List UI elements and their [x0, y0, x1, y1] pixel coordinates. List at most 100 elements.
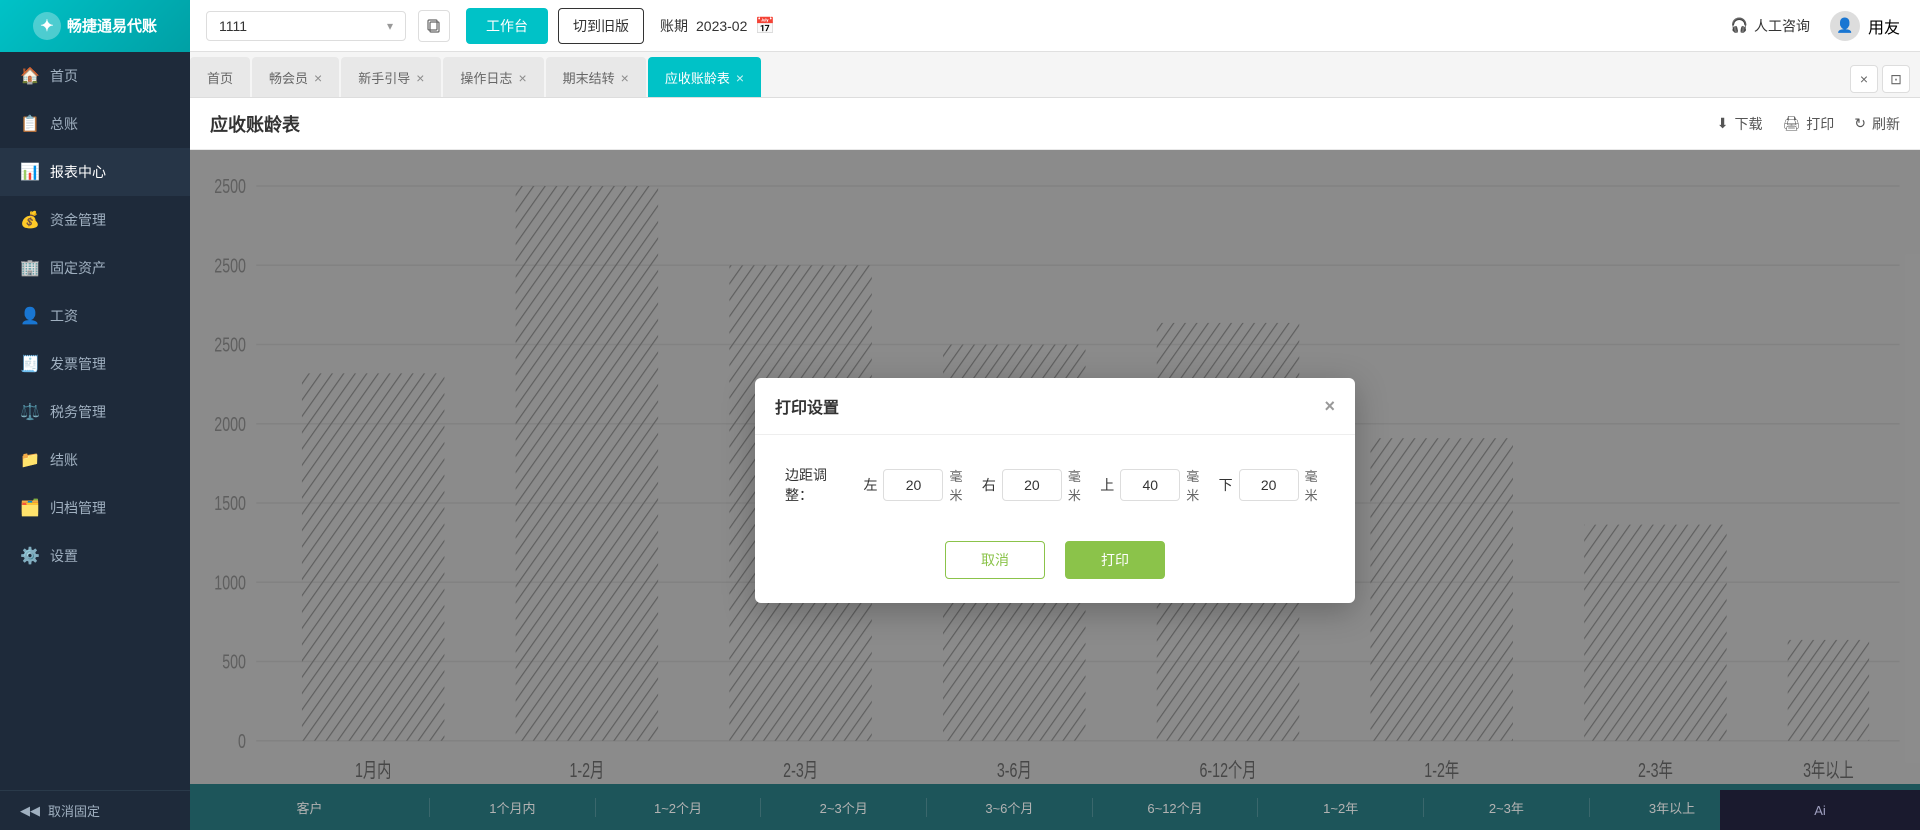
chart-table-wrapper: 2500 2500 2500 2000 1500 1000 500 0: [190, 150, 1920, 830]
tab-close-icon[interactable]: ×: [518, 70, 526, 86]
reports-icon: 📊: [20, 162, 40, 182]
company-dropdown-icon: ▾: [387, 19, 393, 33]
tab-period-end[interactable]: 期末结转 ×: [546, 57, 646, 97]
settle-icon: 📁: [20, 450, 40, 470]
right-unit: 毫米: [1068, 466, 1088, 504]
sidebar-item-label: 发票管理: [50, 354, 106, 374]
tab-fullscreen-button[interactable]: ⊡: [1882, 65, 1910, 93]
tab-aging[interactable]: 应收账龄表 ×: [648, 57, 761, 97]
refresh-icon: ↻: [1854, 115, 1866, 132]
refresh-label: 刷新: [1872, 114, 1900, 134]
tab-label: 首页: [207, 68, 233, 87]
print-icon: 🖨: [1782, 115, 1800, 132]
content-area: 首页 畅会员 × 新手引导 × 操作日志 × 期末结转 × 应收账龄表 ×: [190, 52, 1920, 830]
tab-close-icon[interactable]: ×: [621, 70, 629, 86]
tab-close-icon[interactable]: ×: [736, 70, 744, 86]
sidebar-item-settings[interactable]: ⚙️ 设置: [0, 532, 190, 580]
download-icon: ⬇: [1717, 115, 1729, 132]
period-value: 2023-02: [696, 18, 747, 34]
assets-icon: 🏢: [20, 258, 40, 278]
logo-text: ✦ 畅捷通易代账: [33, 12, 157, 40]
tab-home[interactable]: 首页: [190, 57, 250, 97]
sidebar-item-settle[interactable]: 📁 结账: [0, 436, 190, 484]
print-confirm-button[interactable]: 打印: [1065, 541, 1165, 579]
refresh-button[interactable]: ↻ 刷新: [1854, 114, 1900, 134]
modal-body: 边距调整： 左 毫米 右 毫米: [755, 435, 1355, 525]
page-title: 应收账龄表: [210, 111, 300, 137]
sidebar-item-label: 工资: [50, 306, 78, 326]
sidebar-item-home[interactable]: 🏠 首页: [0, 52, 190, 100]
print-button[interactable]: 🖨 打印: [1782, 114, 1834, 134]
collapse-label: 取消固定: [48, 801, 100, 820]
support-button[interactable]: 🎧 人工咨询: [1731, 16, 1810, 36]
tax-icon: ⚖️: [20, 402, 40, 422]
page-actions: ⬇ 下载 🖨 打印 ↻ 刷新: [1717, 114, 1900, 134]
sidebar-item-label: 结账: [50, 450, 78, 470]
modal-close-button[interactable]: ×: [1324, 397, 1335, 415]
sidebar-collapse-button[interactable]: ◀◀ 取消固定: [0, 790, 190, 830]
tab-close-icon[interactable]: ×: [314, 70, 322, 86]
sidebar-item-label: 归档管理: [50, 498, 106, 518]
sidebar-item-label: 资金管理: [50, 210, 106, 230]
sidebar-item-ledger[interactable]: 📋 总账: [0, 100, 190, 148]
modal-footer: 取消 打印: [755, 525, 1355, 603]
tab-guide[interactable]: 新手引导 ×: [341, 57, 441, 97]
tab-actions: × ⊡: [1850, 65, 1920, 97]
headset-icon: 🎧: [1731, 17, 1748, 34]
print-label: 打印: [1806, 114, 1834, 134]
sidebar-item-tax[interactable]: ⚖️ 税务管理: [0, 388, 190, 436]
download-label: 下载: [1734, 114, 1762, 134]
sidebar-item-invoice[interactable]: 🧾 发票管理: [0, 340, 190, 388]
bottom-label: 下: [1219, 475, 1233, 495]
user-name: 用友: [1868, 14, 1900, 38]
sidebar: 🏠 首页 📋 总账 📊 报表中心 💰 资金管理 🏢 固定资产 👤 工资: [0, 52, 190, 830]
sidebar-item-label: 报表中心: [50, 162, 106, 182]
left-margin-input[interactable]: [883, 469, 943, 501]
ledger-icon: 📋: [20, 114, 40, 134]
tab-member[interactable]: 畅会员 ×: [252, 57, 339, 97]
workbench-button[interactable]: 工作台: [466, 8, 548, 44]
tab-label: 畅会员: [269, 68, 308, 87]
bottom-unit: 毫米: [1305, 466, 1325, 504]
funds-icon: 💰: [20, 210, 40, 230]
modal-header: 打印设置 ×: [755, 378, 1355, 435]
download-button[interactable]: ⬇ 下载: [1717, 114, 1763, 134]
user-avatar: 👤: [1830, 11, 1860, 41]
sidebar-item-funds[interactable]: 💰 资金管理: [0, 196, 190, 244]
period-label: 账期: [660, 16, 688, 36]
bottom-margin-input[interactable]: [1239, 469, 1299, 501]
tab-label: 期末结转: [563, 68, 615, 87]
logo-icon: ✦: [33, 12, 61, 40]
sidebar-item-label: 税务管理: [50, 402, 106, 422]
logo-label: 畅捷通易代账: [67, 15, 157, 36]
sidebar-item-label: 首页: [50, 66, 78, 86]
tab-close-all-button[interactable]: ×: [1850, 65, 1878, 93]
print-settings-modal: 打印设置 × 边距调整： 左 毫米 右: [755, 378, 1355, 603]
sidebar-item-archive[interactable]: 🗂️ 归档管理: [0, 484, 190, 532]
tab-close-icon[interactable]: ×: [416, 70, 424, 86]
home-icon: 🏠: [20, 66, 40, 86]
period-area: 账期 2023-02 📅: [660, 16, 775, 36]
margin-settings-row: 边距调整： 左 毫米 右 毫米: [785, 465, 1325, 505]
user-area[interactable]: 👤 用友: [1830, 11, 1900, 41]
top-margin-input[interactable]: [1120, 469, 1180, 501]
sidebar-item-assets[interactable]: 🏢 固定资产: [0, 244, 190, 292]
calendar-icon[interactable]: 📅: [755, 16, 775, 36]
left-unit: 毫米: [949, 466, 969, 504]
margin-top-group: 上 毫米: [1100, 466, 1206, 504]
sidebar-item-payroll[interactable]: 👤 工资: [0, 292, 190, 340]
company-selector[interactable]: 1111 ▾: [206, 11, 406, 41]
top-label: 上: [1100, 475, 1114, 495]
margin-bottom-group: 下 毫米: [1219, 466, 1325, 504]
ai-assistant-bar[interactable]: Ai: [1720, 790, 1920, 830]
old-version-button[interactable]: 切到旧版: [558, 8, 644, 44]
right-margin-input[interactable]: [1002, 469, 1062, 501]
sidebar-scroll: 🏠 首页 📋 总账 📊 报表中心 💰 资金管理 🏢 固定资产 👤 工资: [0, 52, 190, 790]
page-header: 应收账龄表 ⬇ 下载 🖨 打印 ↻ 刷新: [190, 98, 1920, 150]
header-right: 🎧 人工咨询 👤 用友: [1731, 11, 1920, 41]
sidebar-item-reports[interactable]: 📊 报表中心: [0, 148, 190, 196]
cancel-button[interactable]: 取消: [945, 541, 1045, 579]
logo-area: ✦ 畅捷通易代账: [0, 0, 190, 52]
tab-oplog[interactable]: 操作日志 ×: [443, 57, 543, 97]
copy-button[interactable]: [418, 10, 450, 42]
